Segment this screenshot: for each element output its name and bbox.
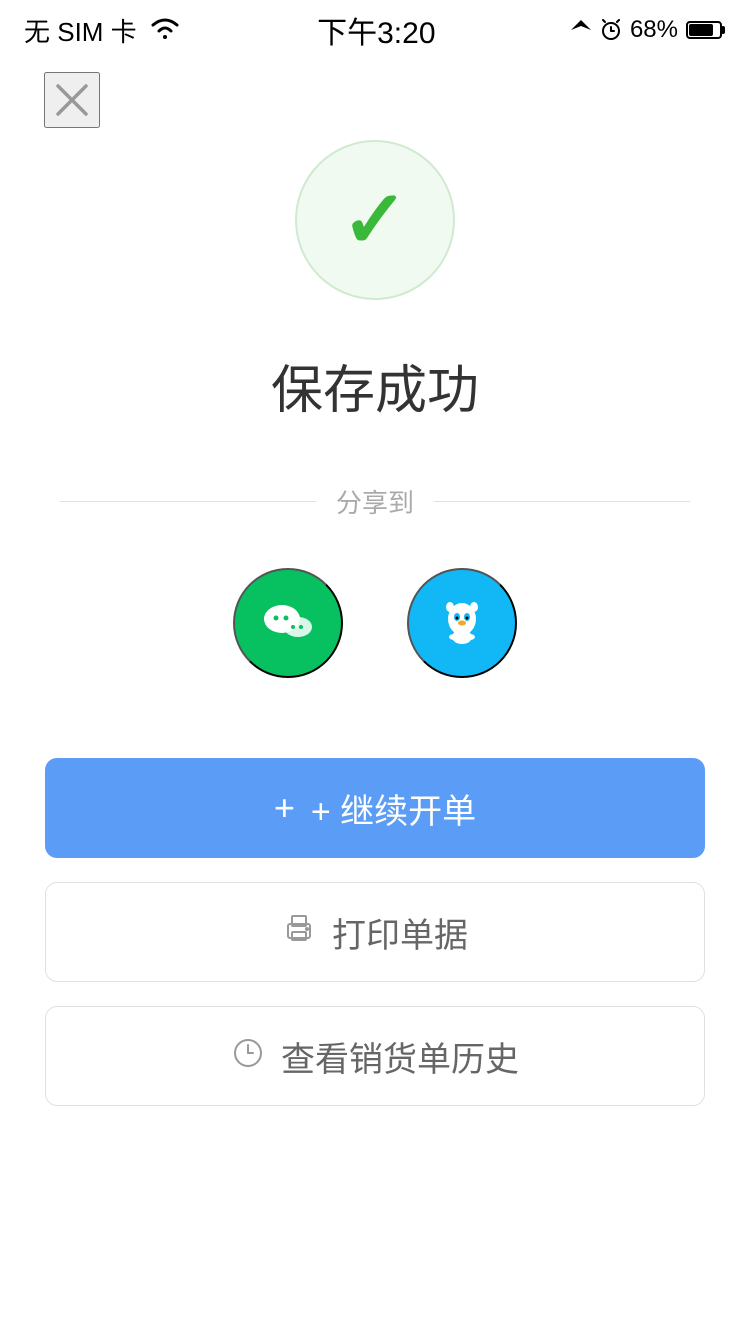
wifi-icon — [147, 17, 183, 43]
no-sim-label: 无 SIM 卡 — [24, 12, 137, 49]
wechat-share-button[interactable] — [233, 568, 343, 678]
print-label: 打印单据 — [332, 908, 468, 957]
clock-icon — [231, 1036, 265, 1076]
continue-label: + 继续开单 — [311, 784, 476, 833]
close-button[interactable] — [44, 72, 100, 128]
success-title: 保存成功 — [271, 348, 479, 423]
location-icon — [570, 19, 592, 41]
main-content: ✓ 保存成功 分享到 — [0, 60, 750, 1106]
close-icon — [54, 82, 90, 118]
battery-icon — [686, 19, 726, 41]
action-buttons: + + 继续开单 打印单据 查看销货单 — [45, 758, 705, 1106]
share-icons — [233, 568, 517, 678]
divider-right — [434, 501, 690, 502]
time-display: 下午3:20 — [317, 8, 435, 52]
alarm-icon — [600, 19, 622, 41]
divider-left — [60, 501, 316, 502]
printer-icon — [282, 912, 316, 952]
qq-icon — [430, 591, 494, 655]
history-label: 查看销货单历史 — [281, 1032, 519, 1081]
battery-label: 68% — [630, 16, 678, 44]
history-button[interactable]: 查看销货单历史 — [45, 1006, 705, 1106]
share-label: 分享到 — [336, 483, 414, 520]
wechat-icon — [256, 591, 320, 655]
continue-button[interactable]: + + 继续开单 — [45, 758, 705, 858]
share-divider: 分享到 — [0, 483, 750, 520]
status-right: 68% — [570, 16, 726, 44]
success-circle: ✓ — [295, 140, 455, 300]
print-button[interactable]: 打印单据 — [45, 882, 705, 982]
status-bar: 无 SIM 卡 下午3:20 68% — [0, 0, 750, 60]
status-left: 无 SIM 卡 — [24, 12, 183, 49]
qq-share-button[interactable] — [407, 568, 517, 678]
checkmark-icon: ✓ — [341, 180, 408, 260]
plus-icon: + — [274, 790, 295, 826]
